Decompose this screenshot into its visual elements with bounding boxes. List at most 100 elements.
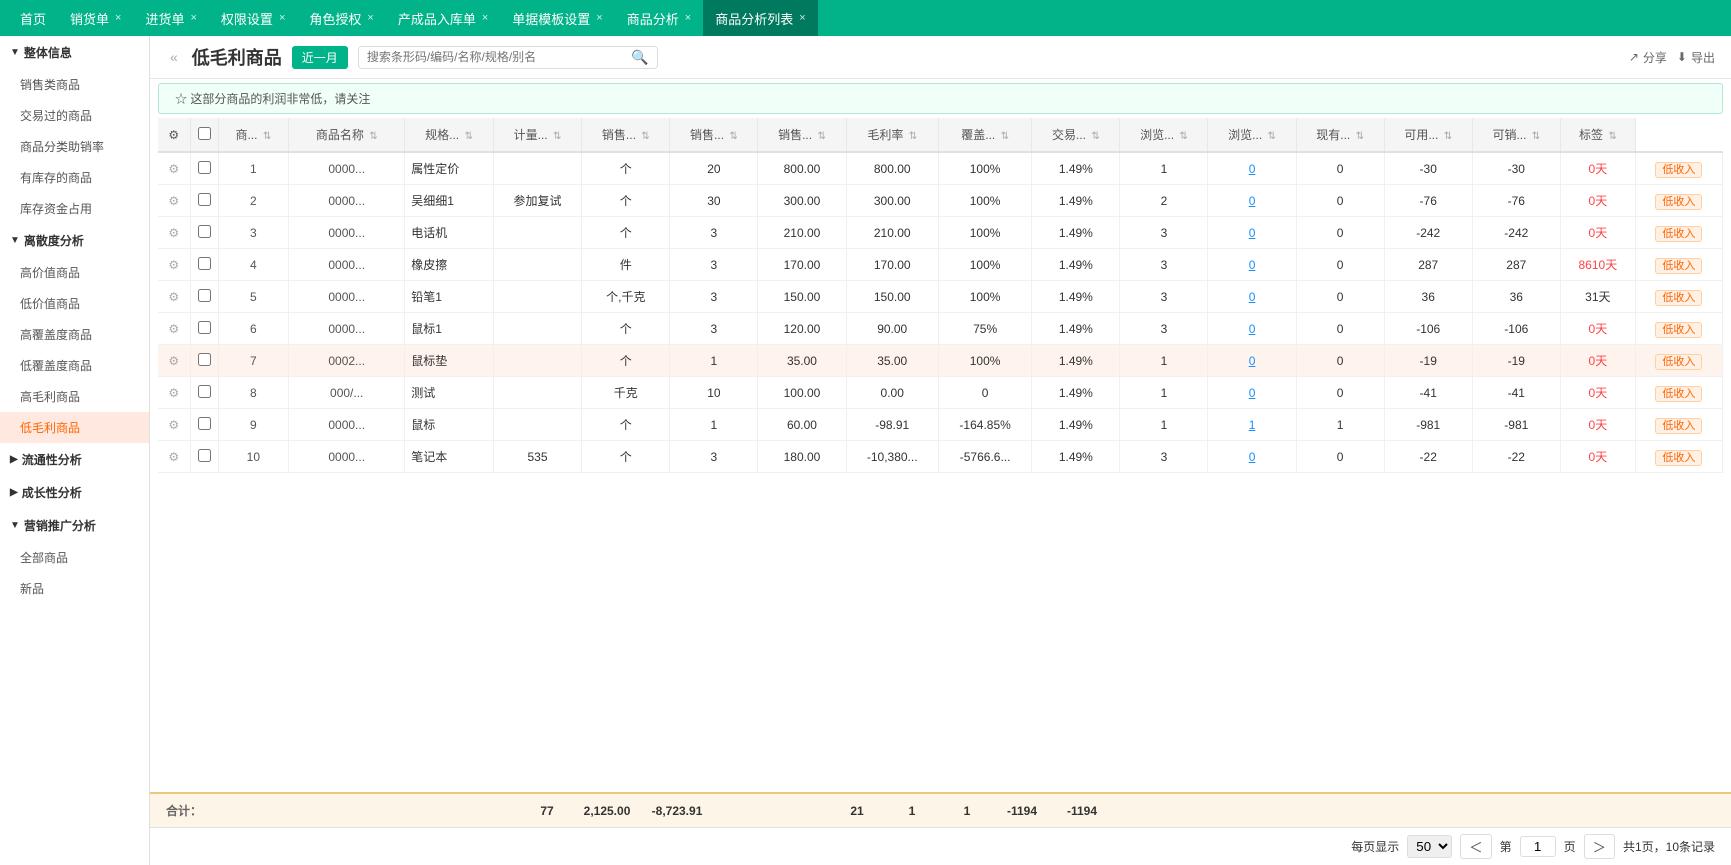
nav-sales-order[interactable]: 销货单 × <box>58 0 133 36</box>
nav-role-auth[interactable]: 角色授权 × <box>297 0 385 36</box>
row-settings[interactable]: ⚙ <box>158 377 190 409</box>
sidebar-item-traded-products[interactable]: 交易过的商品 <box>0 100 149 131</box>
row-settings[interactable]: ⚙ <box>158 281 190 313</box>
row-settings[interactable]: ⚙ <box>158 313 190 345</box>
sidebar-item-high-margin[interactable]: 高毛利商品 <box>0 381 149 412</box>
row-select-checkbox[interactable] <box>198 449 211 462</box>
nav-home[interactable]: 首页 <box>8 0 58 36</box>
sidebar-section-growth[interactable]: ▶ 成长性分析 <box>0 476 149 509</box>
nav-close-purchase-order[interactable]: × <box>190 12 196 24</box>
sidebar-section-marketing[interactable]: ▼ 营销推广分析 <box>0 509 149 542</box>
row-settings[interactable]: ⚙ <box>158 345 190 377</box>
unit-col-header[interactable]: 计量... ⇅ <box>493 118 582 152</box>
name-col-header[interactable]: 商品名称 ⇅ <box>289 118 405 152</box>
checkbox-col-header[interactable] <box>190 118 218 152</box>
sidebar-item-category-sales-rate[interactable]: 商品分类助销率 <box>0 131 149 162</box>
gross-rate-col-header[interactable]: 毛利率 ⇅ <box>846 118 938 152</box>
browse1-col-header[interactable]: 浏览... ⇅ <box>1120 118 1208 152</box>
select-all-checkbox[interactable] <box>198 127 211 140</box>
next-page-button[interactable]: ＞ <box>1584 834 1615 859</box>
trade-col-header[interactable]: 交易... ⇅ <box>1032 118 1120 152</box>
nav-close-product-instock[interactable]: × <box>482 12 488 24</box>
row-browse1[interactable]: 0 <box>1208 185 1296 217</box>
row-settings[interactable]: ⚙ <box>158 152 190 185</box>
row-select-checkbox[interactable] <box>198 257 211 270</box>
row-select-checkbox[interactable] <box>198 353 211 366</box>
row-checkbox[interactable] <box>190 249 218 281</box>
row-checkbox[interactable] <box>190 345 218 377</box>
row-checkbox[interactable] <box>190 281 218 313</box>
row-settings[interactable]: ⚙ <box>158 409 190 441</box>
sidebar-item-low-margin[interactable]: 低毛利商品 <box>0 412 149 443</box>
row-settings[interactable]: ⚙ <box>158 441 190 473</box>
spec-col-header[interactable]: 规格... ⇅ <box>405 118 494 152</box>
row-browse1[interactable]: 0 <box>1208 217 1296 249</box>
row-settings[interactable]: ⚙ <box>158 185 190 217</box>
sidebar-item-all-products[interactable]: 全部商品 <box>0 542 149 573</box>
sidebar-section-overall[interactable]: ▼ 整体信息 <box>0 36 149 69</box>
sidebar-item-high-coverage[interactable]: 高覆盖度商品 <box>0 319 149 350</box>
row-settings[interactable]: ⚙ <box>158 249 190 281</box>
sales-amount-col-header[interactable]: 销售... ⇅ <box>758 118 846 152</box>
nav-purchase-order[interactable]: 进货单 × <box>133 0 208 36</box>
row-settings[interactable]: ⚙ <box>158 217 190 249</box>
row-browse1[interactable]: 0 <box>1208 377 1296 409</box>
nav-product-instock[interactable]: 产成品入库单 × <box>386 0 500 36</box>
nav-product-analysis[interactable]: 商品分析 × <box>615 0 703 36</box>
search-input[interactable] <box>367 50 632 64</box>
browse2-col-header[interactable]: 浏览... ⇅ <box>1208 118 1296 152</box>
sidebar-item-sales-products[interactable]: 销售类商品 <box>0 69 149 100</box>
nav-permission-setting[interactable]: 权限设置 × <box>209 0 297 36</box>
row-checkbox[interactable] <box>190 313 218 345</box>
nav-close-permission[interactable]: × <box>279 12 285 24</box>
search-icon[interactable]: 🔍 <box>631 49 648 66</box>
share-button[interactable]: ↗ 分享 <box>1629 49 1667 66</box>
row-browse1[interactable]: 1 <box>1208 409 1296 441</box>
row-browse1[interactable]: 0 <box>1208 249 1296 281</box>
nav-close-sales-order[interactable]: × <box>115 12 121 24</box>
cover-rate-col-header[interactable]: 覆盖... ⇅ <box>938 118 1031 152</box>
sidebar-item-low-value[interactable]: 低价值商品 <box>0 288 149 319</box>
sidebar-item-in-stock[interactable]: 有库存的商品 <box>0 162 149 193</box>
row-select-checkbox[interactable] <box>198 385 211 398</box>
saleable-col-header[interactable]: 可销... ⇅ <box>1472 118 1560 152</box>
nav-close-product-analysis-list[interactable]: × <box>799 12 805 24</box>
row-checkbox[interactable] <box>190 441 218 473</box>
nav-close-product-analysis[interactable]: × <box>685 12 691 24</box>
sidebar-item-high-value[interactable]: 高价值商品 <box>0 257 149 288</box>
row-checkbox[interactable] <box>190 217 218 249</box>
row-checkbox[interactable] <box>190 377 218 409</box>
date-filter-button[interactable]: 近一月 <box>292 46 348 69</box>
row-select-checkbox[interactable] <box>198 193 211 206</box>
row-browse1[interactable]: 0 <box>1208 281 1296 313</box>
sales-price-col-header[interactable]: 销售... ⇅ <box>670 118 758 152</box>
row-checkbox[interactable] <box>190 409 218 441</box>
per-page-select[interactable]: 50 <box>1407 835 1452 858</box>
row-select-checkbox[interactable] <box>198 161 211 174</box>
sidebar-item-low-coverage[interactable]: 低覆盖度商品 <box>0 350 149 381</box>
sales-qty-col-header[interactable]: 销售... ⇅ <box>582 118 670 152</box>
row-select-checkbox[interactable] <box>198 417 211 430</box>
available-col-header[interactable]: 可用... ⇅ <box>1384 118 1472 152</box>
nav-close-template[interactable]: × <box>596 12 602 24</box>
nav-close-role-auth[interactable]: × <box>367 12 373 24</box>
page-number-input[interactable] <box>1520 836 1556 857</box>
settings-col-header[interactable]: ⚙ <box>158 118 190 152</box>
code-col-header[interactable]: 商... ⇅ <box>218 118 289 152</box>
nav-template-setting[interactable]: 单据模板设置 × <box>500 0 614 36</box>
tag-col-header[interactable]: 标签 ⇅ <box>1560 118 1635 152</box>
sidebar-item-new-products[interactable]: 新品 <box>0 573 149 604</box>
row-browse1[interactable]: 0 <box>1208 441 1296 473</box>
row-select-checkbox[interactable] <box>198 321 211 334</box>
row-select-checkbox[interactable] <box>198 289 211 302</box>
row-browse1[interactable]: 0 <box>1208 152 1296 185</box>
prev-page-button[interactable]: ＜ <box>1460 834 1491 859</box>
sidebar-collapse-button[interactable]: « <box>166 49 182 65</box>
row-checkbox[interactable] <box>190 152 218 185</box>
export-button[interactable]: ⬇ 导出 <box>1677 49 1715 66</box>
row-browse1[interactable]: 0 <box>1208 345 1296 377</box>
nav-product-analysis-list[interactable]: 商品分析列表 × <box>703 0 817 36</box>
row-select-checkbox[interactable] <box>198 225 211 238</box>
row-browse1[interactable]: 0 <box>1208 313 1296 345</box>
stock-now-col-header[interactable]: 现有... ⇅ <box>1296 118 1384 152</box>
